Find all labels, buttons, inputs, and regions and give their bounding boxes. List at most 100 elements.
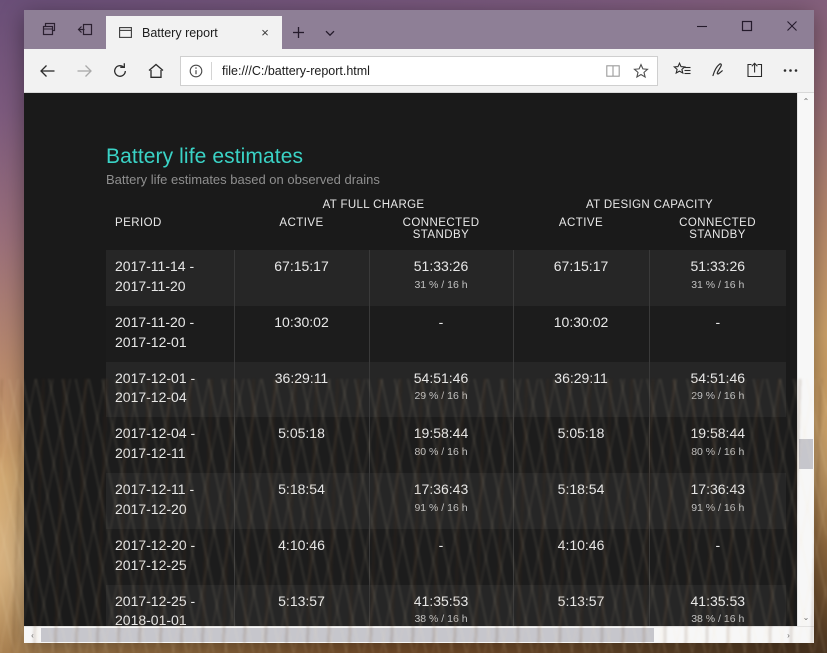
column-header-period: PERIOD <box>115 217 162 229</box>
scroll-down-arrow-icon[interactable]: ⌄ <box>798 609 814 626</box>
refresh-button[interactable] <box>102 53 137 88</box>
cell-full-charge-connected-standby-detail: 80 % / 16 h <box>414 446 468 459</box>
column-header-fc-active: ACTIVE <box>279 217 324 229</box>
cell-design-capacity-connected-standby: 19:58:44 80 % / 16 h <box>648 417 787 473</box>
table-row: 2017-12-11 - 2017-12-20 5:18:54 17:36:43 91… <box>106 473 787 529</box>
cell-period: 2017-12-11 - 2017-12-20 <box>106 473 234 529</box>
cell-full-charge-active: 67:15:17 <box>233 250 369 306</box>
cell-full-charge-connected-standby: 17:36:43 91 % / 16 h <box>368 473 514 529</box>
cell-full-charge-connected-standby-detail: 29 % / 16 h <box>414 390 468 403</box>
scroll-left-arrow-icon[interactable]: ‹ <box>24 627 41 643</box>
table-row: 2017-12-20 - 2017-12-25 4:10:46-4:10:46- <box>106 528 787 585</box>
battery-report-page: Battery life estimates Battery life esti… <box>24 93 797 626</box>
cell-design-capacity-connected-standby: 41:35:53 38 % / 16 h <box>648 584 787 626</box>
cell-design-capacity-connected-standby: 54:51:46 29 % / 16 h <box>648 361 787 418</box>
home-button[interactable] <box>138 53 173 88</box>
group-header-design-capacity: AT DESIGN CAPACITY <box>585 199 714 211</box>
table-row: 2017-12-25 - 2018-01-01 5:13:57 41:35:53 38… <box>106 584 787 626</box>
vertical-scroll-thumb[interactable] <box>799 439 813 470</box>
cell-period: 2017-12-01 - 2017-12-04 <box>106 361 234 418</box>
cell-full-charge-connected-standby: 41:35:53 38 % / 16 h <box>368 584 514 626</box>
forward-button[interactable] <box>66 53 101 88</box>
cell-full-charge-connected-standby-detail: 91 % / 16 h <box>414 501 468 514</box>
column-header-dc-connected-standby: CONNECTED STANDBY <box>679 217 756 241</box>
share-button[interactable] <box>737 53 772 88</box>
browser-tab-battery-report[interactable]: Battery report × <box>106 16 282 49</box>
cell-full-charge-active: 5:05:18 <box>233 417 369 473</box>
cell-design-capacity-active: 10:30:02 <box>512 305 650 362</box>
close-tab-icon[interactable]: × <box>254 22 276 44</box>
maximize-button[interactable] <box>724 10 769 42</box>
navigation-toolbar: file:///C:/battery-report.html <box>24 49 814 93</box>
table-row: 2017-11-20 - 2017-12-01 10:30:02-10:30:02… <box>106 305 787 362</box>
battery-life-estimates-table: AT FULL CHARGE AT DESIGN CAPACITY PERIOD… <box>106 199 787 626</box>
cell-full-charge-active: 10:30:02 <box>233 305 369 362</box>
cell-full-charge-connected-standby: 19:58:44 80 % / 16 h <box>368 417 514 473</box>
horizontal-scroll-thumb[interactable] <box>41 628 655 642</box>
cell-design-capacity-active: 36:29:11 <box>512 361 650 418</box>
cell-full-charge-connected-standby: - <box>368 305 514 362</box>
cell-design-capacity-connected-standby-detail: 29 % / 16 h <box>691 390 745 403</box>
cell-full-charge-active: 5:13:57 <box>233 584 369 626</box>
browser-viewport: Battery life estimates Battery life esti… <box>24 93 814 626</box>
cell-full-charge-connected-standby: 51:33:26 31 % / 16 h <box>368 250 514 306</box>
url-input[interactable]: file:///C:/battery-report.html <box>212 64 599 78</box>
cell-design-capacity-active: 67:15:17 <box>512 250 650 306</box>
web-note-pen-icon[interactable] <box>701 53 736 88</box>
cell-design-capacity-active: 5:13:57 <box>512 584 650 626</box>
cell-design-capacity-connected-standby-detail: 31 % / 16 h <box>691 278 745 291</box>
window-controls <box>679 10 814 42</box>
cell-design-capacity-connected-standby: - <box>648 528 787 585</box>
address-bar[interactable]: file:///C:/battery-report.html <box>180 55 658 86</box>
page-title: Battery life estimates <box>106 145 304 168</box>
favorite-star-icon[interactable] <box>627 58 655 84</box>
cell-design-capacity-connected-standby-detail: 38 % / 16 h <box>691 613 745 626</box>
cell-design-capacity-connected-standby: - <box>648 305 787 362</box>
desktop-wallpaper: Battery report × file:///C:/battery-repo… <box>0 0 827 653</box>
vertical-scrollbar[interactable]: ⌃ ⌄ <box>797 93 814 626</box>
cell-design-capacity-active: 5:05:18 <box>512 417 650 473</box>
cell-design-capacity-active: 4:10:46 <box>512 528 650 585</box>
hub-favorites-button[interactable] <box>665 53 700 88</box>
column-header-dc-active: ACTIVE <box>558 217 604 229</box>
edge-browser-window: Battery report × file:///C:/battery-repo… <box>24 10 814 643</box>
page-subtitle: Battery life estimates based on observed… <box>106 172 380 187</box>
table-column-header-row: PERIOD ACTIVE CONNECTED STANDBY ACTIVE C… <box>106 217 786 250</box>
set-tabs-aside-icon[interactable] <box>68 15 102 45</box>
cell-full-charge-connected-standby-detail: 38 % / 16 h <box>414 613 468 626</box>
new-tab-button[interactable] <box>282 16 314 49</box>
cell-full-charge-connected-standby: 54:51:46 29 % / 16 h <box>368 361 514 418</box>
minimize-button[interactable] <box>679 10 724 42</box>
column-header-fc-connected-standby: CONNECTED STANDBY <box>402 217 480 241</box>
scroll-up-arrow-icon[interactable]: ⌃ <box>798 93 814 110</box>
close-window-button[interactable] <box>769 10 814 42</box>
vertical-scroll-track[interactable] <box>798 110 814 609</box>
cell-full-charge-active: 5:18:54 <box>233 473 369 529</box>
cell-full-charge-active: 4:10:46 <box>233 528 369 585</box>
chevron-down-icon[interactable] <box>314 16 346 49</box>
page-icon <box>117 25 133 41</box>
tab-tools-group <box>24 10 106 49</box>
back-button[interactable] <box>30 53 65 88</box>
table-body: 2017-11-14 - 2017-11-20 67:15:17 51:33:26 3… <box>106 250 787 626</box>
cell-design-capacity-connected-standby-detail: 91 % / 16 h <box>691 501 745 514</box>
cell-design-capacity-connected-standby: 51:33:26 31 % / 16 h <box>648 250 787 306</box>
scrollbar-corner <box>797 627 814 643</box>
cell-full-charge-active: 36:29:11 <box>233 361 369 418</box>
reading-view-icon[interactable] <box>599 58 627 84</box>
info-icon[interactable] <box>181 57 211 85</box>
cell-period: 2017-12-25 - 2018-01-01 <box>106 584 234 626</box>
table-group-header-row: AT FULL CHARGE AT DESIGN CAPACITY <box>106 199 786 217</box>
settings-more-button[interactable] <box>773 53 808 88</box>
cell-design-capacity-connected-standby-detail: 80 % / 16 h <box>691 446 745 459</box>
cell-period: 2017-12-20 - 2017-12-25 <box>106 528 234 585</box>
tab-preview-icon[interactable] <box>32 15 66 45</box>
horizontal-scrollbar[interactable]: ‹ › <box>24 626 814 643</box>
cell-design-capacity-active: 5:18:54 <box>512 473 650 529</box>
scroll-right-arrow-icon[interactable]: › <box>780 627 797 643</box>
cell-period: 2017-11-20 - 2017-12-01 <box>106 305 234 362</box>
cell-full-charge-connected-standby: - <box>368 528 514 585</box>
horizontal-scroll-track[interactable] <box>41 627 780 643</box>
title-bar: Battery report × <box>24 10 814 49</box>
table-row: 2017-11-14 - 2017-11-20 67:15:17 51:33:26 3… <box>106 250 787 306</box>
